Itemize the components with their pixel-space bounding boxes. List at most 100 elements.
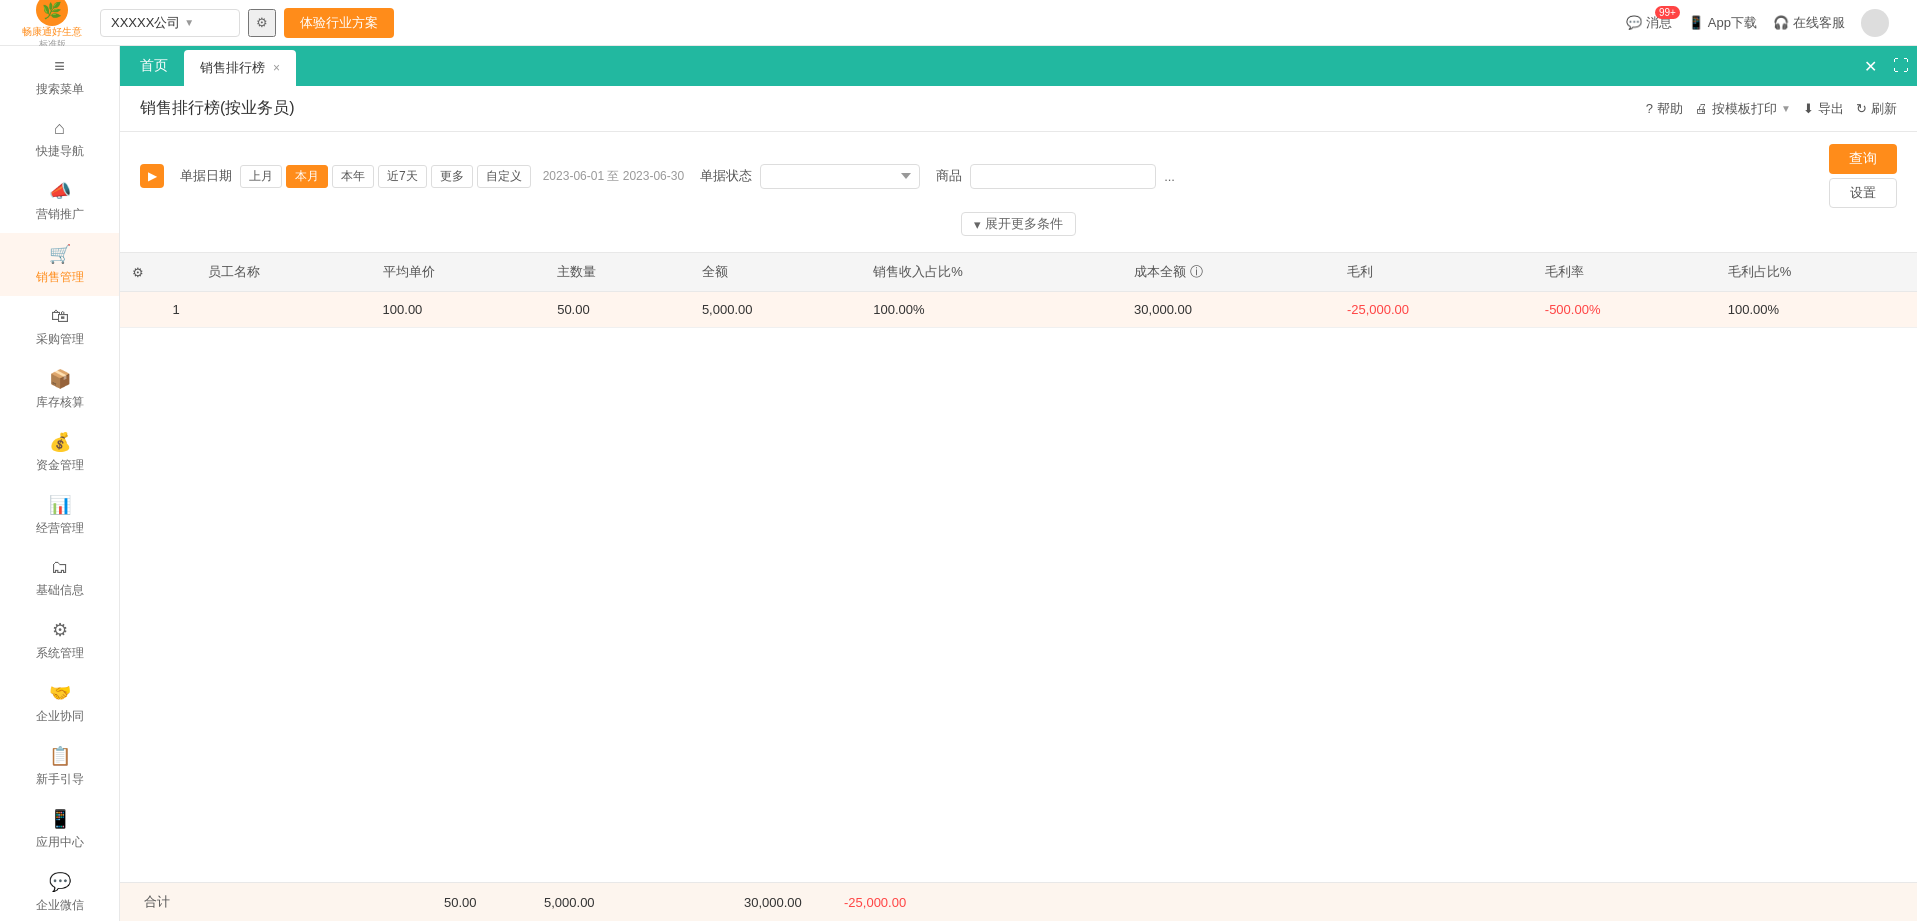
online-service-label: 在线客服: [1793, 14, 1845, 32]
filter-expand-arrow[interactable]: ▶: [140, 164, 164, 188]
footer-main-qty: 50.00: [432, 895, 532, 910]
box-icon: 📦: [49, 368, 71, 390]
row-gross-pct: 100.00%: [1716, 292, 1917, 328]
sidebar-item-sales[interactable]: 🛒 销售管理: [0, 233, 119, 296]
date-filter: 单据日期 上月 本月 本年 近7天 更多 自定义 2023-06-01 至 20…: [180, 165, 684, 188]
sidebar-item-label: 销售管理: [36, 269, 84, 286]
tab-home[interactable]: 首页: [124, 46, 184, 86]
trial-button[interactable]: 体验行业方案: [284, 8, 394, 38]
th-employee: 员工名称: [196, 253, 371, 292]
megaphone-icon: 📣: [49, 180, 71, 202]
sidebar-item-label: 应用中心: [36, 834, 84, 851]
sidebar-item-system[interactable]: ⚙ 系统管理: [0, 609, 119, 672]
tab-close-icon[interactable]: ×: [273, 61, 280, 75]
date-btn-last-month[interactable]: 上月: [240, 165, 282, 188]
sidebar-item-purchase[interactable]: 🛍 采购管理: [0, 296, 119, 358]
chart-icon: 📊: [49, 494, 71, 516]
sidebar-item-quick-nav[interactable]: ⌂ 快捷导航: [0, 108, 119, 170]
logo-name: 畅康通好生意: [22, 26, 82, 38]
sidebar-item-operations[interactable]: 📊 经营管理: [0, 484, 119, 547]
goods-label: 商品: [936, 167, 962, 185]
row-rank: 1: [156, 292, 196, 328]
export-button[interactable]: ⬇ 导出: [1803, 100, 1844, 118]
export-icon: ⬇: [1803, 101, 1814, 116]
row-cost: 30,000.00: [1122, 292, 1335, 328]
sidebar-item-label: 基础信息: [36, 582, 84, 599]
company-selector[interactable]: XXXXX公司 ▼: [100, 9, 240, 37]
gear-icon: ⚙: [52, 619, 68, 641]
refresh-button[interactable]: ↻ 刷新: [1856, 100, 1897, 118]
main-body: ≡ 搜索菜单 ⌂ 快捷导航 📣 营销推广 🛒 销售管理 🛍 采购管理 📦 库: [0, 46, 1917, 921]
goods-input[interactable]: [970, 164, 1156, 189]
sidebar: ≡ 搜索菜单 ⌂ 快捷导航 📣 营销推广 🛒 销售管理 🛍 采购管理 📦 库: [0, 46, 120, 921]
handshake-icon: 🤝: [49, 682, 71, 704]
sidebar-item-label: 营销推广: [36, 206, 84, 223]
top-bar: 🌿 畅康通好生意 标准版 XXXXX公司 ▼ ⚙ 体验行业方案 💬 消息 99+…: [0, 0, 1917, 46]
avatar[interactable]: [1861, 9, 1889, 37]
date-label: 单据日期: [180, 167, 232, 185]
page-content: 销售排行榜(按业务员) ? 帮助 🖨 按模板打印 ▼ ⬇: [120, 86, 1917, 921]
filter-arrow-icon[interactable]: ▶: [140, 164, 164, 188]
help-label: 帮助: [1657, 100, 1683, 118]
more-icon[interactable]: ...: [1164, 169, 1175, 184]
sidebar-item-search-order[interactable]: ≡ 搜索菜单: [0, 46, 119, 108]
help-button[interactable]: ? 帮助: [1646, 100, 1683, 118]
print-button[interactable]: 🖨 按模板打印 ▼: [1695, 100, 1791, 118]
sidebar-item-label: 新手引导: [36, 771, 84, 788]
footer-empty-1: [332, 895, 432, 910]
status-select[interactable]: [760, 164, 920, 189]
app-download-button[interactable]: 📱 App下载: [1688, 14, 1757, 32]
date-buttons: 上月 本月 本年 近7天 更多 自定义: [240, 165, 531, 188]
status-filter: 单据状态: [700, 164, 920, 189]
expand-label: 展开更多条件: [985, 215, 1063, 233]
row-main-qty: 50.00: [545, 292, 690, 328]
filter-row: ▶ 单据日期 上月 本月 本年 近7天 更多 自定义: [140, 144, 1897, 208]
tab-sales-ranking[interactable]: 销售排行榜 ×: [184, 50, 296, 86]
topbar-settings-button[interactable]: ⚙: [248, 9, 276, 37]
row-employee: [196, 292, 371, 328]
sidebar-item-app-center[interactable]: 📱 应用中心: [0, 798, 119, 861]
sidebar-item-basic-info[interactable]: 🗂 基础信息: [0, 547, 119, 609]
sidebar-item-label: 企业微信: [36, 897, 84, 914]
date-btn-more[interactable]: 更多: [431, 165, 473, 188]
tab-bar-right: ✕ ⛶: [1860, 53, 1913, 80]
logo-area: 🌿 畅康通好生意 标准版: [12, 0, 92, 51]
date-btn-this-month[interactable]: 本月: [286, 165, 328, 188]
data-table: ⚙ 员工名称 平均单价 主数量 全额 销售收入占比% 成本全额 ⓘ 毛利 毛利率: [120, 253, 1917, 328]
app-download-label: App下载: [1708, 14, 1757, 32]
goods-filter: 商品 ...: [936, 164, 1175, 189]
sidebar-item-marketing[interactable]: 📣 营销推广: [0, 170, 119, 233]
maximize-icon[interactable]: ⛶: [1889, 53, 1913, 79]
query-button[interactable]: 查询: [1829, 144, 1897, 174]
date-btn-custom[interactable]: 自定义: [477, 165, 531, 188]
footer-gross: -25,000.00: [832, 895, 932, 910]
th-gross-pct: 毛利占比%: [1716, 253, 1917, 292]
footer-cells: 50.00 5,000.00 30,000.00 -25,000.00: [332, 895, 1905, 910]
message-button[interactable]: 💬 消息 99+: [1626, 14, 1672, 32]
th-gross: 毛利: [1335, 253, 1533, 292]
sidebar-item-label: 快捷导航: [36, 143, 84, 160]
sidebar-item-inventory[interactable]: 📦 库存核算: [0, 358, 119, 421]
date-btn-this-year[interactable]: 本年: [332, 165, 374, 188]
setting-button[interactable]: 设置: [1829, 178, 1897, 208]
sidebar-item-wechat[interactable]: 💬 企业微信: [0, 861, 119, 921]
company-name: XXXXX公司: [111, 14, 180, 32]
sidebar-item-enterprise-collab[interactable]: 🤝 企业协同: [0, 672, 119, 735]
date-btn-7days[interactable]: 近7天: [378, 165, 427, 188]
expand-icon: ▾: [974, 217, 981, 232]
close-window-icon[interactable]: ✕: [1860, 53, 1881, 80]
row-gear: [120, 292, 156, 328]
headset-icon: 🎧: [1773, 15, 1789, 30]
sidebar-item-newbie[interactable]: 📋 新手引导: [0, 735, 119, 798]
th-rank: [156, 253, 196, 292]
sidebar-item-finance[interactable]: 💰 资金管理: [0, 421, 119, 484]
th-avg-price: 平均单价: [371, 253, 546, 292]
th-gear[interactable]: ⚙: [120, 253, 156, 292]
top-right-area: 💬 消息 99+ 📱 App下载 🎧 在线客服: [1626, 9, 1905, 37]
sidebar-item-label: 采购管理: [36, 331, 84, 348]
print-chevron-icon: ▼: [1781, 103, 1791, 114]
expand-row: ▾ 展开更多条件: [140, 208, 1897, 240]
online-service-button[interactable]: 🎧 在线客服: [1773, 14, 1845, 32]
home-icon: ⌂: [54, 118, 65, 139]
expand-button[interactable]: ▾ 展开更多条件: [961, 212, 1076, 236]
